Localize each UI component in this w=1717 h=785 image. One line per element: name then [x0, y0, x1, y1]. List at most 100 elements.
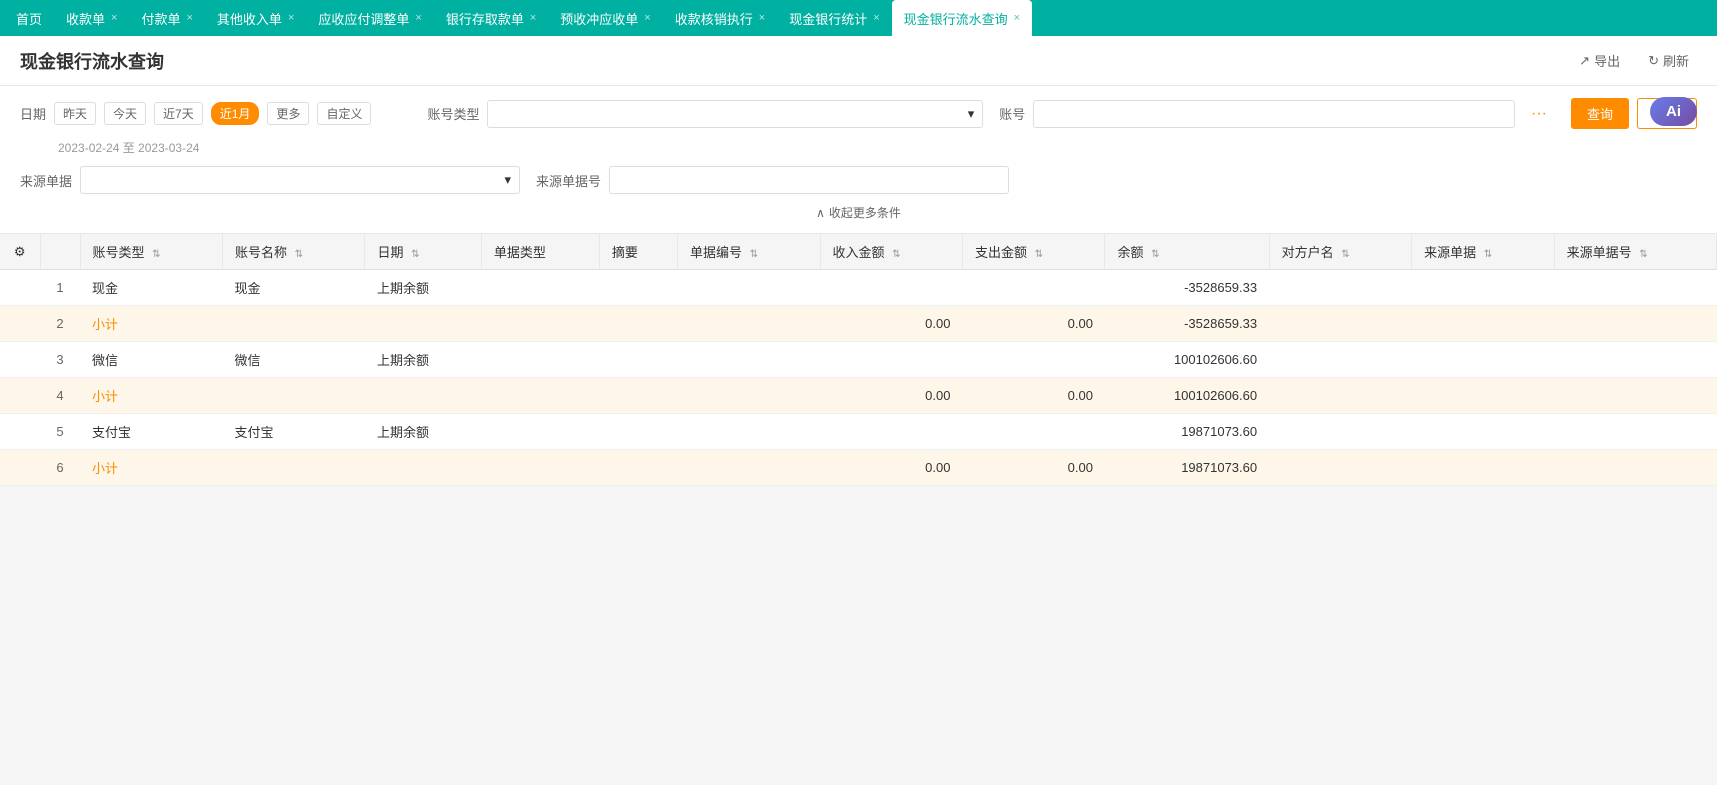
th-summary: 摘要 [599, 234, 677, 270]
td-idx-4: 5 [40, 414, 80, 450]
date-custom-btn[interactable]: 自定义 [317, 102, 371, 125]
td-balance-3: 100102606.60 [1105, 378, 1269, 414]
close-bank-stats-icon[interactable]: × [873, 12, 879, 24]
td-income-1: 0.00 [820, 306, 962, 342]
td-account-type-3: 小计 [80, 378, 222, 414]
td-income-4 [820, 414, 962, 450]
td-counterpart-4 [1269, 414, 1411, 450]
td-idx-3: 4 [40, 378, 80, 414]
date-options: 昨天 今天 近7天 近1月 更多 自定义 [54, 102, 371, 125]
nav-bank-deposit[interactable]: 银行存取款单 × [434, 0, 548, 36]
td-expense-2 [962, 342, 1104, 378]
td-gear-1 [0, 306, 40, 342]
th-date[interactable]: 日期 ⇅ [365, 234, 481, 270]
account-filter: 账号 ··· [999, 100, 1555, 128]
th-account-type[interactable]: 账号类型 ⇅ [80, 234, 222, 270]
date-today-btn[interactable]: 今天 [104, 102, 146, 125]
export-icon: ↗ [1579, 53, 1590, 69]
source-doc-no-input[interactable] [609, 166, 1009, 194]
source-doc-chevron-icon: ▾ [504, 172, 511, 188]
close-receipt-icon[interactable]: × [111, 12, 117, 24]
table-row: 6 小计 0.00 0.00 19871073.60 [0, 450, 1717, 486]
collapse-bar[interactable]: ∧ 收起更多条件 [20, 204, 1697, 221]
table-body: 1 现金 现金 上期余额 -3528659.33 2 小计 0.00 0.00 … [0, 270, 1717, 486]
close-verify-icon[interactable]: × [759, 12, 765, 24]
th-source-doc-no[interactable]: 来源单据号 ⇅ [1554, 234, 1716, 270]
th-gear[interactable]: ⚙ [0, 234, 40, 270]
td-idx-1: 2 [40, 306, 80, 342]
td-doc-no-2 [678, 342, 820, 378]
date-more-btn[interactable]: 更多 [267, 102, 309, 125]
th-expense[interactable]: 支出金额 ⇅ [962, 234, 1104, 270]
source-doc-filter: 来源单据 ▾ [20, 166, 520, 194]
nav-payment[interactable]: 付款单 × [129, 0, 204, 36]
query-button[interactable]: 查询 [1571, 98, 1629, 129]
td-balance-4: 19871073.60 [1105, 414, 1269, 450]
th-counterpart[interactable]: 对方户名 ⇅ [1269, 234, 1411, 270]
td-counterpart-2 [1269, 342, 1411, 378]
td-income-0 [820, 270, 962, 306]
td-account-type-2: 微信 [80, 342, 222, 378]
source-doc-no-label: 来源单据号 [536, 171, 601, 190]
td-source-doc-1 [1412, 306, 1554, 342]
td-summary-3 [599, 378, 677, 414]
sort-source-doc-no-icon: ⇅ [1639, 249, 1647, 260]
table-row: 5 支付宝 支付宝 上期余额 19871073.60 [0, 414, 1717, 450]
export-button[interactable]: ↗ 导出 [1571, 47, 1628, 74]
nav-adjustment[interactable]: 应收应付调整单 × [306, 0, 433, 36]
td-source-doc-3 [1412, 378, 1554, 414]
source-doc-select[interactable]: ▾ [80, 166, 520, 194]
nav-verify[interactable]: 收款核销执行 × [663, 0, 777, 36]
td-date-3 [365, 378, 481, 414]
account-type-label: 账号类型 [427, 104, 479, 123]
close-adjustment-icon[interactable]: × [415, 12, 421, 24]
nav-bank-flow[interactable]: 现金银行流水查询 × [892, 0, 1032, 36]
th-balance[interactable]: 余额 ⇅ [1105, 234, 1269, 270]
td-doc-type-0 [481, 270, 599, 306]
nav-home[interactable]: 首页 [4, 0, 54, 36]
close-other-income-icon[interactable]: × [288, 12, 294, 24]
ai-button-area: Ai [1650, 97, 1697, 126]
td-doc-type-4 [481, 414, 599, 450]
refresh-button[interactable]: ↻ 刷新 [1640, 47, 1697, 74]
th-doc-no[interactable]: 单据编号 ⇅ [678, 234, 820, 270]
account-type-select[interactable]: ▾ [487, 100, 983, 128]
top-nav: 首页 收款单 × 付款单 × 其他收入单 × 应收应付调整单 × 银行存取款单 … [0, 0, 1717, 36]
date-1month-btn[interactable]: 近1月 [211, 102, 260, 125]
td-doc-no-3 [678, 378, 820, 414]
close-payment-icon[interactable]: × [186, 12, 192, 24]
td-doc-no-4 [678, 414, 820, 450]
th-source-doc[interactable]: 来源单据 ⇅ [1412, 234, 1554, 270]
close-bank-deposit-icon[interactable]: × [530, 12, 536, 24]
table-row: 3 微信 微信 上期余额 100102606.60 [0, 342, 1717, 378]
nav-other-income[interactable]: 其他收入单 × [205, 0, 306, 36]
close-bank-flow-icon[interactable]: × [1014, 12, 1020, 24]
filter-area: 日期 昨天 今天 近7天 近1月 更多 自定义 账号类型 ▾ 账号 ··· [0, 86, 1717, 234]
td-gear-5 [0, 450, 40, 486]
table-header-row: ⚙ 账号类型 ⇅ 账号名称 ⇅ 日期 ⇅ 单据类型 摘要 单据编号 ⇅ 收入金额… [0, 234, 1717, 270]
close-prepayment-icon[interactable]: × [644, 12, 650, 24]
account-type-filter: 账号类型 ▾ [427, 100, 983, 128]
page-title: 现金银行流水查询 [20, 48, 164, 74]
nav-bank-stats[interactable]: 现金银行统计 × [777, 0, 891, 36]
td-account-name-5 [222, 450, 364, 486]
th-income[interactable]: 收入金额 ⇅ [820, 234, 962, 270]
sort-account-type-icon: ⇅ [152, 249, 160, 260]
date-7days-btn[interactable]: 近7天 [154, 102, 203, 125]
ai-button[interactable]: Ai [1650, 97, 1697, 126]
td-account-type-1: 小计 [80, 306, 222, 342]
td-expense-0 [962, 270, 1104, 306]
td-source-doc-no-0 [1554, 270, 1716, 306]
th-index [40, 234, 80, 270]
date-yesterday-btn[interactable]: 昨天 [54, 102, 96, 125]
th-account-name[interactable]: 账号名称 ⇅ [222, 234, 364, 270]
td-date-4: 上期余额 [365, 414, 481, 450]
nav-receipt[interactable]: 收款单 × [54, 0, 129, 36]
td-account-type-5: 小计 [80, 450, 222, 486]
nav-prepayment[interactable]: 预收冲应收单 × [548, 0, 662, 36]
header-actions: ↗ 导出 ↻ 刷新 [1571, 47, 1697, 74]
account-dots-btn[interactable]: ··· [1523, 105, 1555, 123]
td-source-doc-5 [1412, 450, 1554, 486]
account-input[interactable] [1033, 100, 1515, 128]
sort-doc-no-icon: ⇅ [750, 249, 758, 260]
